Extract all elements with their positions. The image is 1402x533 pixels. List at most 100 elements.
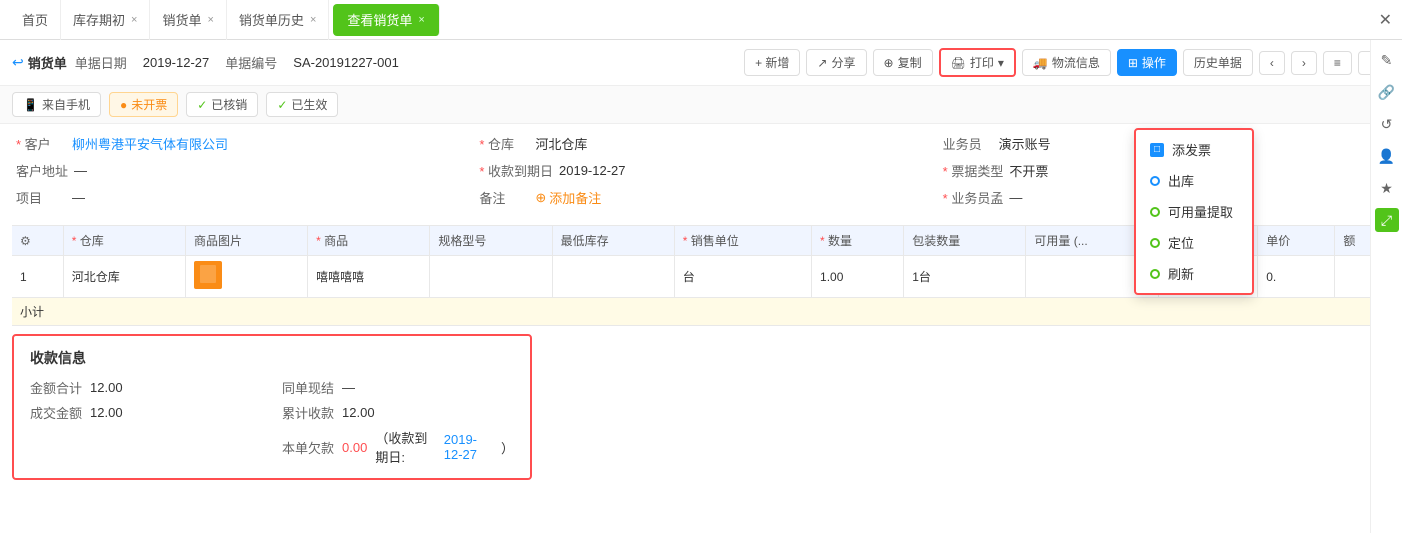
operations-dropdown: □ 添发票 出库 可用量提取 定位 刷新 xyxy=(1134,128,1254,295)
not-open-button[interactable]: ● 未开票 xyxy=(109,92,178,117)
print-button[interactable]: 🖨 打印 ▾ xyxy=(939,48,1016,77)
add-note-button[interactable]: ⊕ 添加备注 xyxy=(535,188,601,207)
warehouse-field: 仓库 河北仓库 xyxy=(479,134,922,153)
ticket-label: 票据类型 xyxy=(943,161,1004,180)
owed-row: 本单欠款 0.00 （收款到期日: 2019-12-27 ） xyxy=(282,428,514,466)
row-num: 1 xyxy=(12,256,63,298)
cumulative-label: 累计收款 xyxy=(282,403,334,422)
sidebar-star-icon[interactable]: ★ xyxy=(1375,176,1399,200)
tab-view-sales[interactable]: 查看销货单 × xyxy=(333,4,439,36)
copy-button[interactable]: ⊕ 复制 xyxy=(873,49,933,76)
same-order-value: — xyxy=(342,380,355,395)
history-button[interactable]: 历史单据 xyxy=(1183,49,1253,76)
truck-icon: 🚚 xyxy=(1033,56,1048,70)
sales-staff-label: 业务员孟 xyxy=(943,188,1004,207)
tab-sales-order[interactable]: 销货单 × xyxy=(150,0,226,40)
owed-value: 0.00 xyxy=(342,440,367,455)
project-value: — xyxy=(72,190,85,205)
prev-button[interactable]: ‹ xyxy=(1259,51,1285,75)
dropdown-add-invoice[interactable]: □ 添发票 xyxy=(1136,134,1252,165)
ticket-value: 不开票 xyxy=(1009,161,1048,180)
dropdown-refresh[interactable]: 刷新 xyxy=(1136,258,1252,289)
row-product: 嘻嘻嘻嘻 xyxy=(308,256,430,298)
row-pack-qty: 1台 xyxy=(904,256,1026,298)
payment-title: 收款信息 xyxy=(30,348,514,368)
payment-date-label: 收款到期日 xyxy=(479,161,553,180)
close-view-sales[interactable]: × xyxy=(418,14,424,26)
owed-label: 本单欠款 xyxy=(282,438,334,457)
row-unit-price: 0. xyxy=(1258,256,1335,298)
number-value: SA-20191227-001 xyxy=(293,55,399,70)
row-product-img xyxy=(185,256,307,298)
new-button[interactable]: + 新增 xyxy=(744,49,800,76)
warehouse-label: 仓库 xyxy=(479,134,529,153)
col-unit-price: 单价 xyxy=(1258,226,1335,256)
subtotal-row: 小计 xyxy=(12,298,1390,326)
doc-title-area: ↩ 销货单 单据日期 2019-12-27 单据编号 SA-20191227-0… xyxy=(12,53,744,72)
date-label: 单据日期 xyxy=(75,53,127,72)
tab-sales-history[interactable]: 销货单历史 × xyxy=(227,0,329,40)
share-button[interactable]: ↗ 分享 xyxy=(806,49,866,76)
header-actions: + 新增 ↗ 分享 ⊕ 复制 🖨 打印 ▾ 🚚 物流信息 xyxy=(744,48,1390,77)
col-spec: 规格型号 xyxy=(430,226,552,256)
sales-order-icon: ↩ xyxy=(12,54,24,71)
customer-value[interactable]: 柳州粤港平安气体有限公司 xyxy=(72,134,228,153)
sidebar-edit-icon[interactable]: ✎ xyxy=(1375,48,1399,72)
list-view-button[interactable]: ≡ xyxy=(1323,51,1352,75)
sidebar-user-icon[interactable]: 👤 xyxy=(1375,144,1399,168)
row-warehouse: 河北仓库 xyxy=(63,256,185,298)
row-spec xyxy=(430,256,552,298)
logistics-button[interactable]: 🚚 物流信息 xyxy=(1022,49,1111,76)
doc-icon-area: ↩ 销货单 xyxy=(12,53,67,72)
quantity-extract-icon xyxy=(1150,207,1160,217)
subtotal-label: 小计 xyxy=(12,298,1390,326)
transaction-value: 12.00 xyxy=(90,405,123,420)
owed-close: ） xyxy=(501,438,514,457)
doc-header: ↩ 销货单 单据日期 2019-12-27 单据编号 SA-20191227-0… xyxy=(0,40,1402,86)
locate-icon xyxy=(1150,238,1160,248)
staff-label: 业务员 xyxy=(943,134,993,153)
sales-staff-value: — xyxy=(1009,190,1022,205)
status-bar: 📱 来自手机 ● 未开票 ✓ 已核销 ✓ 已生效 xyxy=(0,86,1402,124)
dropdown-locate[interactable]: 定位 xyxy=(1136,227,1252,258)
payment-info-box: 收款信息 金额合计 12.00 同单现结 — 成交金额 12.00 累计收款 1… xyxy=(12,334,532,480)
grid-icon: ⊞ xyxy=(1128,56,1138,70)
refresh-icon xyxy=(1150,269,1160,279)
right-sidebar: ✎ 🔗 ↺ 👤 ★ ⤢ xyxy=(1370,40,1402,533)
close-sales-history[interactable]: × xyxy=(310,14,316,26)
payment-date-field: 收款到期日 2019-12-27 xyxy=(479,161,922,180)
sidebar-refresh-icon[interactable]: ↺ xyxy=(1375,112,1399,136)
same-order-label: 同单现结 xyxy=(282,378,334,397)
dropdown-quantity-extract[interactable]: 可用量提取 xyxy=(1136,196,1252,227)
total-amount-row: 金额合计 12.00 xyxy=(30,378,262,397)
sidebar-link-icon[interactable]: 🔗 xyxy=(1375,80,1399,104)
doc-title: 销货单 xyxy=(28,53,67,72)
project-field: 项目 — xyxy=(16,188,459,207)
from-phone-button[interactable]: 📱 来自手机 xyxy=(12,92,101,117)
global-close-button[interactable]: ✕ xyxy=(1379,10,1392,30)
close-sales-order[interactable]: × xyxy=(207,14,213,26)
total-amount-label: 金额合计 xyxy=(30,378,82,397)
payment-date-value: 2019-12-27 xyxy=(559,163,626,178)
plus-icon: ⊕ xyxy=(535,190,546,206)
address-label: 客户地址 xyxy=(16,161,68,180)
sidebar-expand-icon[interactable]: ⤢ xyxy=(1375,208,1399,232)
tab-stock-init[interactable]: 库存期初 × xyxy=(61,0,150,40)
product-image xyxy=(194,261,222,289)
next-button[interactable]: › xyxy=(1291,51,1317,75)
effective-button[interactable]: ✓ 已生效 xyxy=(266,92,338,117)
dropdown-outbound[interactable]: 出库 xyxy=(1136,165,1252,196)
close-stock-init[interactable]: × xyxy=(131,14,137,26)
cumulative-row: 累计收款 12.00 xyxy=(282,403,514,422)
owed-date: 2019-12-27 xyxy=(444,432,493,462)
col-min-stock: 最低库存 xyxy=(552,226,674,256)
total-amount-value: 12.00 xyxy=(90,380,123,395)
transaction-label: 成交金额 xyxy=(30,403,82,422)
owed-note: （收款到期日: xyxy=(375,428,435,466)
verified-button[interactable]: ✓ 已核销 xyxy=(186,92,258,117)
gear-icon[interactable]: ⚙ xyxy=(20,234,31,248)
customer-field: 客户 柳州粤港平安气体有限公司 xyxy=(16,134,459,153)
date-value: 2019-12-27 xyxy=(143,55,210,70)
tab-home[interactable]: 首页 xyxy=(10,0,61,40)
operations-button[interactable]: ⊞ 操作 xyxy=(1117,49,1177,76)
